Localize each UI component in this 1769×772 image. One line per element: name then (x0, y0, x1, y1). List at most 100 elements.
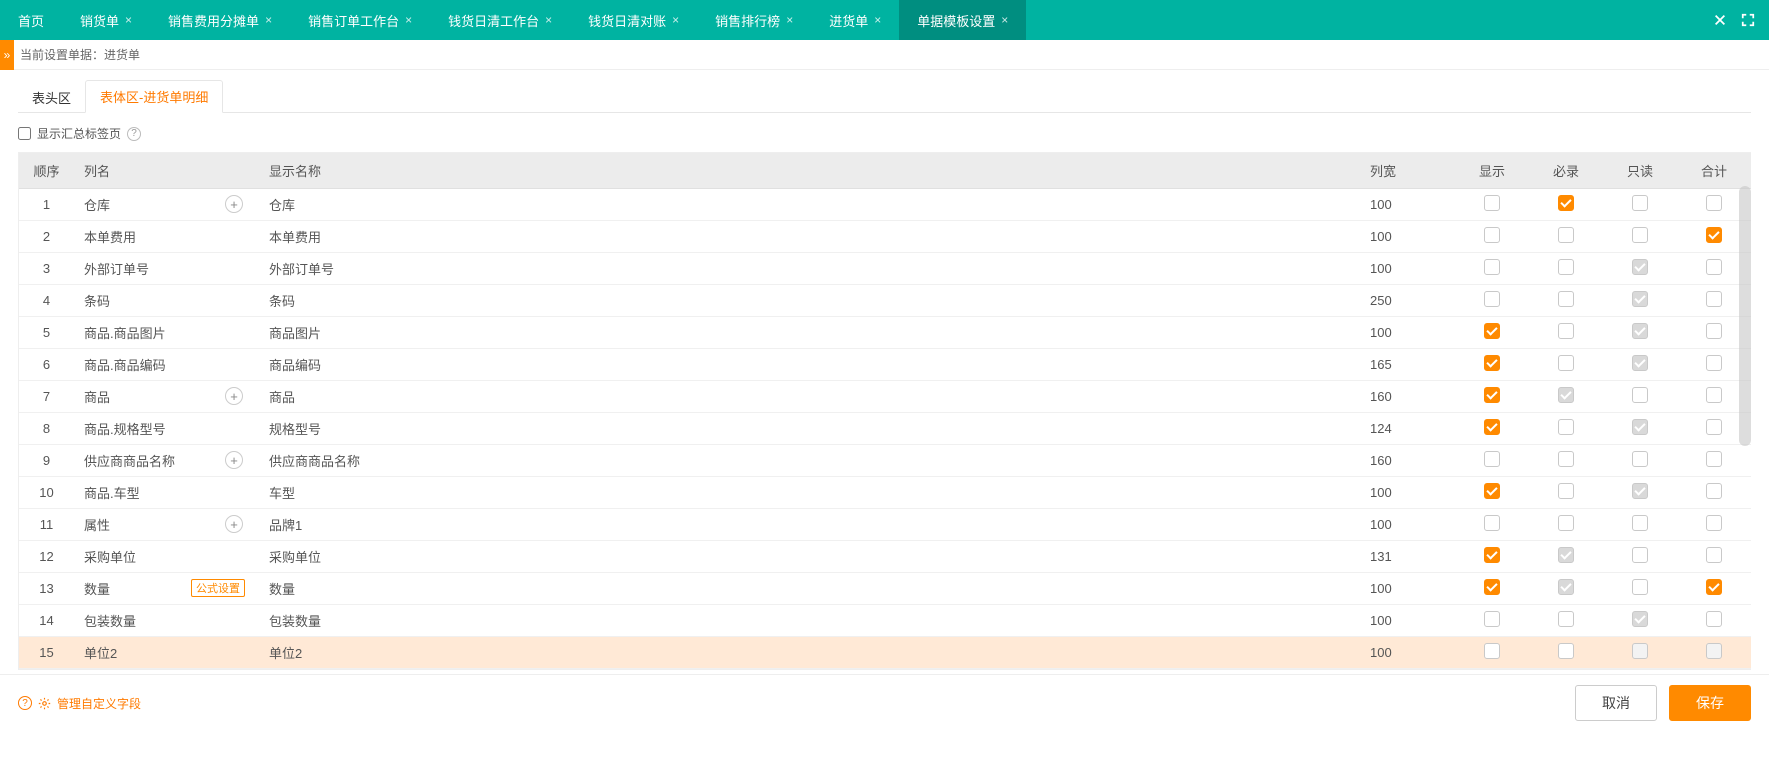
table-row[interactable]: 13数量公式设置数量100 (19, 573, 1751, 605)
checkbox[interactable] (1484, 195, 1500, 211)
cell-width[interactable]: 160 (1360, 381, 1455, 413)
cell-width[interactable]: 100 (1360, 605, 1455, 637)
checkbox[interactable] (1706, 291, 1722, 307)
cell-width[interactable]: 165 (1360, 349, 1455, 381)
checkbox[interactable] (1632, 195, 1648, 211)
checkbox[interactable] (1706, 259, 1722, 275)
table-row[interactable]: 12采购单位采购单位131 (19, 541, 1751, 573)
checkbox[interactable] (1558, 611, 1574, 627)
cell-width[interactable]: 100 (1360, 637, 1455, 669)
cell-display-name[interactable]: 条码 (259, 285, 1360, 317)
top-tab[interactable]: 钱货日清对账× (570, 0, 697, 40)
close-icon[interactable]: × (672, 13, 679, 27)
checkbox[interactable] (1632, 547, 1648, 563)
checkbox[interactable] (1484, 323, 1500, 339)
formula-tag[interactable]: 公式设置 (191, 579, 245, 597)
show-summary-checkbox[interactable] (18, 127, 31, 140)
checkbox[interactable] (1706, 387, 1722, 403)
cell-display-name[interactable]: 商品编码 (259, 349, 1360, 381)
add-icon[interactable]: + (225, 387, 243, 405)
checkbox[interactable] (1484, 387, 1500, 403)
checkbox[interactable] (1558, 451, 1574, 467)
add-icon[interactable]: + (225, 451, 243, 469)
checkbox[interactable] (1632, 451, 1648, 467)
footer-help-icon[interactable]: ? (18, 696, 32, 710)
close-icon[interactable]: × (545, 13, 552, 27)
checkbox[interactable] (1706, 483, 1722, 499)
cancel-button[interactable]: 取消 (1575, 685, 1657, 721)
top-tab[interactable]: 销售排行榜× (697, 0, 811, 40)
checkbox[interactable] (1632, 515, 1648, 531)
checkbox[interactable] (1484, 355, 1500, 371)
checkbox[interactable] (1484, 227, 1500, 243)
checkbox[interactable] (1706, 579, 1722, 595)
cell-display-name[interactable]: 车型 (259, 477, 1360, 509)
checkbox[interactable] (1706, 227, 1722, 243)
cell-width[interactable]: 100 (1360, 221, 1455, 253)
add-icon[interactable]: + (225, 195, 243, 213)
cell-width[interactable]: 100 (1360, 253, 1455, 285)
checkbox[interactable] (1484, 515, 1500, 531)
cell-display-name[interactable]: 仓库 (259, 189, 1360, 221)
save-button[interactable]: 保存 (1669, 685, 1751, 721)
cell-display-name[interactable]: 商品 (259, 381, 1360, 413)
checkbox[interactable] (1558, 227, 1574, 243)
cell-display-name[interactable]: 数量 (259, 573, 1360, 605)
cell-width[interactable]: 250 (1360, 285, 1455, 317)
tab-header-area[interactable]: 表头区 (18, 82, 85, 113)
checkbox[interactable] (1558, 355, 1574, 371)
cell-display-name[interactable]: 本单费用 (259, 221, 1360, 253)
checkbox[interactable] (1706, 451, 1722, 467)
top-tab[interactable]: 钱货日清工作台× (430, 0, 570, 40)
table-row[interactable]: 11属性+品牌1100 (19, 509, 1751, 541)
help-icon[interactable]: ? (127, 127, 141, 141)
manage-custom-fields-link[interactable]: 管理自定义字段 (57, 695, 141, 712)
top-tab[interactable]: 单据模板设置× (899, 0, 1026, 40)
checkbox[interactable] (1558, 195, 1574, 211)
table-row[interactable]: 1仓库+仓库100 (19, 189, 1751, 221)
checkbox[interactable] (1706, 515, 1722, 531)
checkbox[interactable] (1484, 483, 1500, 499)
fullscreen-icon[interactable] (1741, 13, 1755, 27)
table-row[interactable]: 2本单费用本单费用100 (19, 221, 1751, 253)
checkbox[interactable] (1558, 643, 1574, 659)
checkbox[interactable] (1484, 643, 1500, 659)
checkbox[interactable] (1558, 419, 1574, 435)
close-all-icon[interactable] (1713, 13, 1727, 27)
cell-display-name[interactable]: 包装数量 (259, 605, 1360, 637)
checkbox[interactable] (1706, 611, 1722, 627)
checkbox[interactable] (1484, 579, 1500, 595)
cell-display-name[interactable]: 外部订单号 (259, 253, 1360, 285)
checkbox[interactable] (1558, 483, 1574, 499)
table-row[interactable]: 9供应商商品名称+供应商商品名称160 (19, 445, 1751, 477)
checkbox[interactable] (1706, 547, 1722, 563)
close-icon[interactable]: × (265, 13, 272, 27)
checkbox[interactable] (1632, 387, 1648, 403)
table-row[interactable]: 15单位2单位2100 (19, 637, 1751, 669)
table-row[interactable]: 8商品.规格型号规格型号124 (19, 413, 1751, 445)
cell-display-name[interactable]: 商品图片 (259, 317, 1360, 349)
cell-width[interactable]: 100 (1360, 573, 1455, 605)
checkbox[interactable] (1484, 419, 1500, 435)
cell-display-name[interactable]: 单位2 (259, 637, 1360, 669)
checkbox[interactable] (1706, 323, 1722, 339)
top-tab[interactable]: 首页 (0, 0, 62, 40)
scrollbar[interactable] (1739, 186, 1751, 446)
close-icon[interactable]: × (874, 13, 881, 27)
add-icon[interactable]: + (225, 515, 243, 533)
cell-width[interactable]: 160 (1360, 445, 1455, 477)
cell-display-name[interactable]: 品牌1 (259, 509, 1360, 541)
table-row[interactable]: 5商品.商品图片商品图片100 (19, 317, 1751, 349)
checkbox[interactable] (1632, 579, 1648, 595)
cell-width[interactable]: 100 (1360, 477, 1455, 509)
cell-width[interactable]: 131 (1360, 541, 1455, 573)
close-icon[interactable]: × (1001, 13, 1008, 27)
checkbox[interactable] (1484, 451, 1500, 467)
checkbox[interactable] (1632, 227, 1648, 243)
context-chevron-icon[interactable]: » (0, 40, 14, 70)
checkbox[interactable] (1706, 355, 1722, 371)
top-tab[interactable]: 进货单× (811, 0, 899, 40)
table-row[interactable]: 4条码条码250 (19, 285, 1751, 317)
checkbox[interactable] (1558, 291, 1574, 307)
checkbox[interactable] (1558, 259, 1574, 275)
